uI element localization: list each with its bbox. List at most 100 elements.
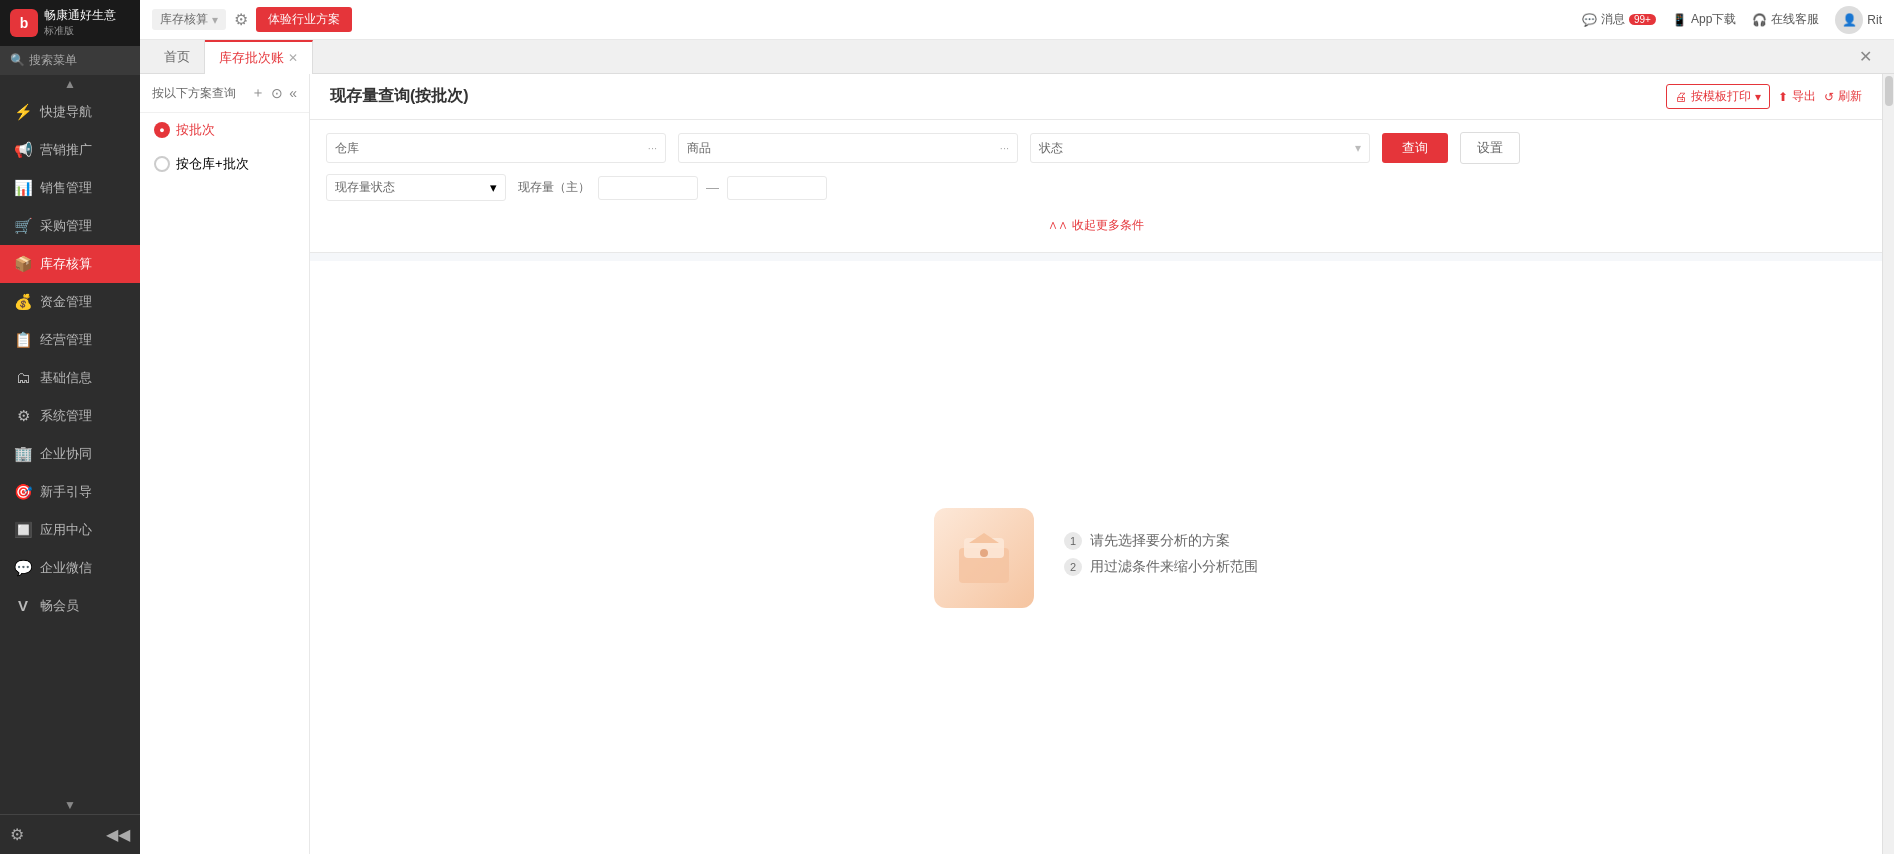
tip-num-1: 1 (1064, 532, 1082, 550)
sidebar-footer: ⚙ ◀◀ (0, 814, 140, 854)
refresh-button[interactable]: ↺ 刷新 (1824, 88, 1862, 105)
app-download-label: App下载 (1691, 11, 1736, 28)
messages-group[interactable]: 💬 消息 99+ (1582, 11, 1656, 28)
product-more-icon[interactable]: ··· (1000, 142, 1009, 154)
add-scheme-icon[interactable]: ＋ (251, 84, 265, 102)
refresh-label: 刷新 (1838, 88, 1862, 105)
filter-row-1: 仓库 ··· 商品 ··· 状态 ▾ 查询 设置 (326, 132, 1866, 164)
inventory-icon: 📦 (14, 255, 32, 273)
stock-status-select[interactable]: 现存量状态 ▾ (326, 174, 506, 201)
messages-label: 消息 (1601, 11, 1625, 28)
user-group[interactable]: 👤 Rit (1835, 6, 1882, 34)
right-scrollbar[interactable] (1882, 74, 1894, 854)
sidebar-item-vip[interactable]: V 畅会员 (0, 587, 140, 625)
filter-area: 仓库 ··· 商品 ··· 状态 ▾ 查询 设置 (310, 120, 1882, 253)
purchase-icon: 🛒 (14, 217, 32, 235)
sidebar-label-enterprise: 企业协同 (40, 445, 92, 463)
edition-label: 标准版 (44, 24, 116, 38)
sidebar-label-ops: 经营管理 (40, 331, 92, 349)
sidebar-item-inventory[interactable]: 📦 库存核算 (0, 245, 140, 283)
settings-scheme-icon[interactable]: ⊙ (271, 85, 283, 101)
print-button[interactable]: 🖨 按模板打印 ▾ (1666, 84, 1770, 109)
warehouse-more-icon[interactable]: ··· (648, 142, 657, 154)
stock-amount-min-input[interactable] (598, 176, 698, 200)
sidebar-item-enterprise[interactable]: 🏢 企业协同 (0, 435, 140, 473)
product-field[interactable]: 商品 ··· (678, 133, 1018, 163)
tab-home-label: 首页 (164, 48, 190, 66)
collapse-sidebar-icon[interactable]: ◀◀ (106, 825, 130, 844)
collapse-panel-icon[interactable]: « (289, 85, 297, 101)
collapse-label: 收起更多条件 (1072, 218, 1144, 232)
sidebar-item-ops[interactable]: 📋 经营管理 (0, 321, 140, 359)
warehouse-label: 仓库 (335, 140, 359, 157)
status-dropdown-icon[interactable]: ▾ (1355, 141, 1361, 155)
topbar-right: 💬 消息 99+ 📱 App下载 🎧 在线客服 👤 Rit (1582, 6, 1882, 34)
sidebar-label-finance: 资金管理 (40, 293, 92, 311)
sidebar-item-purchase[interactable]: 🛒 采购管理 (0, 207, 140, 245)
warehouse-field[interactable]: 仓库 ··· (326, 133, 666, 163)
sidebar-label-base: 基础信息 (40, 369, 92, 387)
settings-icon[interactable]: ⚙ (10, 825, 24, 844)
query-button[interactable]: 查询 (1382, 133, 1448, 163)
breadcrumb-chevron-icon: ▾ (212, 13, 218, 27)
finance-icon: 💰 (14, 293, 32, 311)
collapse-filters-btn[interactable]: ∧∧ 收起更多条件 (326, 211, 1866, 240)
export-button[interactable]: ⬆ 导出 (1778, 88, 1816, 105)
online-service-group[interactable]: 🎧 在线客服 (1752, 11, 1819, 28)
sidebar-item-finance[interactable]: 💰 资金管理 (0, 283, 140, 321)
scroll-down-btn[interactable]: ▼ (0, 796, 140, 814)
sidebar-item-guide[interactable]: 🎯 新手引导 (0, 473, 140, 511)
sidebar-item-sales[interactable]: 📊 销售管理 (0, 169, 140, 207)
scheme-item-by-warehouse-batch[interactable]: 按仓库+批次 (140, 147, 309, 181)
search-menu[interactable]: 🔍 搜索菜单 (0, 46, 140, 75)
tip-num-2: 2 (1064, 558, 1082, 576)
sidebar-item-marketing[interactable]: 📢 营销推广 (0, 131, 140, 169)
wechat-icon: 💬 (14, 559, 32, 577)
print-icon: 🖨 (1675, 90, 1687, 104)
sidebar-label-guide: 新手引导 (40, 483, 92, 501)
breadcrumb-text: 库存核算 (160, 11, 208, 28)
message-icon: 💬 (1582, 13, 1597, 27)
scheme-active-dot: ● (154, 122, 170, 138)
empty-tip-1: 1 请先选择要分析的方案 (1064, 532, 1258, 550)
sidebar-item-base[interactable]: 🗂 基础信息 (0, 359, 140, 397)
scheme-panel-header: 按以下方案查询 ＋ ⊙ « (140, 74, 309, 113)
company-name: 畅康通好生意 (44, 8, 116, 24)
app-download-group[interactable]: 📱 App下载 (1672, 11, 1736, 28)
print-label: 按模板打印 (1691, 88, 1751, 105)
sidebar-label-vip: 畅会员 (40, 597, 79, 615)
refresh-icon: ↺ (1824, 90, 1834, 104)
tab-batch-account[interactable]: 库存批次账 ✕ (205, 40, 313, 74)
stock-amount-max-input[interactable] (727, 176, 827, 200)
sidebar-item-apps[interactable]: 🔲 应用中心 (0, 511, 140, 549)
sidebar-item-wechat[interactable]: 💬 企业微信 (0, 549, 140, 587)
tab-close-icon[interactable]: ✕ (288, 51, 298, 65)
topbar-settings-icon[interactable]: ⚙ (234, 10, 248, 29)
scheme-item-by-batch[interactable]: ● 按批次 (140, 113, 309, 147)
scrollbar-thumb[interactable] (1885, 76, 1893, 106)
messages-badge: 99+ (1629, 14, 1656, 25)
status-label: 状态 (1039, 140, 1063, 157)
empty-tips: 1 请先选择要分析的方案 2 用过滤条件来缩小分析范围 (1064, 532, 1258, 584)
tip-text-1: 请先选择要分析的方案 (1090, 532, 1230, 550)
tab-close-all-icon[interactable]: ✕ (1847, 47, 1884, 66)
trial-button[interactable]: 体验行业方案 (256, 7, 352, 32)
sidebar-label-purchase: 采购管理 (40, 217, 92, 235)
status-field[interactable]: 状态 ▾ (1030, 133, 1370, 163)
tab-home[interactable]: 首页 (150, 40, 205, 74)
stock-status-label: 现存量状态 (335, 179, 486, 196)
tip-text-2: 用过滤条件来缩小分析范围 (1090, 558, 1258, 576)
search-icon: 🔍 (10, 53, 25, 67)
sidebar-item-quick-nav[interactable]: ⚡ 快捷导航 (0, 93, 140, 131)
breadcrumb: 库存核算 ▾ (152, 9, 226, 30)
settings-button[interactable]: 设置 (1460, 132, 1520, 164)
sidebar-nav: ⚡ 快捷导航 📢 营销推广 📊 销售管理 🛒 采购管理 📦 库存核算 💰 资金管… (0, 93, 140, 796)
quick-nav-icon: ⚡ (14, 103, 32, 121)
scheme-label-by-batch: 按批次 (176, 121, 215, 139)
sidebar-title-group: 畅康通好生意 标准版 (44, 8, 116, 38)
export-icon: ⬆ (1778, 90, 1788, 104)
scroll-up-btn[interactable]: ▲ (0, 75, 140, 93)
filter-row-2: 现存量状态 ▾ 现存量（主） — (326, 174, 1866, 201)
sidebar-item-system[interactable]: ⚙ 系统管理 (0, 397, 140, 435)
sidebar-header: b 畅康通好生意 标准版 (0, 0, 140, 46)
